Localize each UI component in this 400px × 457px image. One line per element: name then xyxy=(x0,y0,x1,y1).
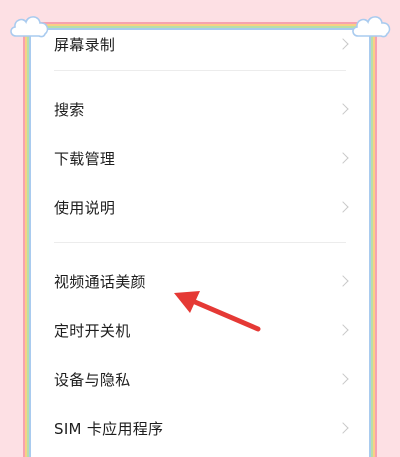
settings-item-label: SIM 卡应用程序 xyxy=(54,419,164,438)
settings-item-label: 使用说明 xyxy=(54,198,116,217)
settings-item-label: 设备与隐私 xyxy=(54,370,131,389)
settings-item-label: 搜索 xyxy=(54,100,85,119)
settings-item-download-manager[interactable]: 下载管理 xyxy=(31,136,369,180)
chevron-right-icon xyxy=(337,373,349,385)
section-divider xyxy=(54,242,346,243)
settings-panel: 屏幕录制 搜索 下载管理 使用说明 视频通话美颜 定时开关机 设备与隐私 SIM… xyxy=(31,30,369,457)
annotation-arrow-icon xyxy=(174,291,261,332)
settings-item-label: 定时开关机 xyxy=(54,321,131,340)
settings-item-device-privacy[interactable]: 设备与隐私 xyxy=(31,357,369,401)
rainbow-border-left xyxy=(23,28,31,457)
chevron-right-icon xyxy=(337,152,349,164)
settings-item-label: 屏幕录制 xyxy=(54,35,116,54)
rainbow-border-right xyxy=(369,28,377,457)
chevron-right-icon xyxy=(337,103,349,115)
settings-item-sim-apps[interactable]: SIM 卡应用程序 xyxy=(31,406,369,450)
cloud-decoration-icon xyxy=(10,16,49,38)
chevron-right-icon xyxy=(337,324,349,336)
chevron-right-icon xyxy=(337,422,349,434)
chevron-right-icon xyxy=(337,38,349,50)
settings-item-search[interactable]: 搜索 xyxy=(31,87,369,131)
cloud-decoration-icon xyxy=(352,16,391,38)
section-divider xyxy=(54,70,346,71)
settings-item-user-guide[interactable]: 使用说明 xyxy=(31,185,369,229)
chevron-right-icon xyxy=(337,275,349,287)
rainbow-border-top xyxy=(23,22,377,30)
settings-item-label: 视频通话美颜 xyxy=(54,272,146,291)
settings-item-label: 下载管理 xyxy=(54,149,116,168)
settings-item-screen-recording[interactable]: 屏幕录制 xyxy=(31,30,369,66)
chevron-right-icon xyxy=(337,201,349,213)
